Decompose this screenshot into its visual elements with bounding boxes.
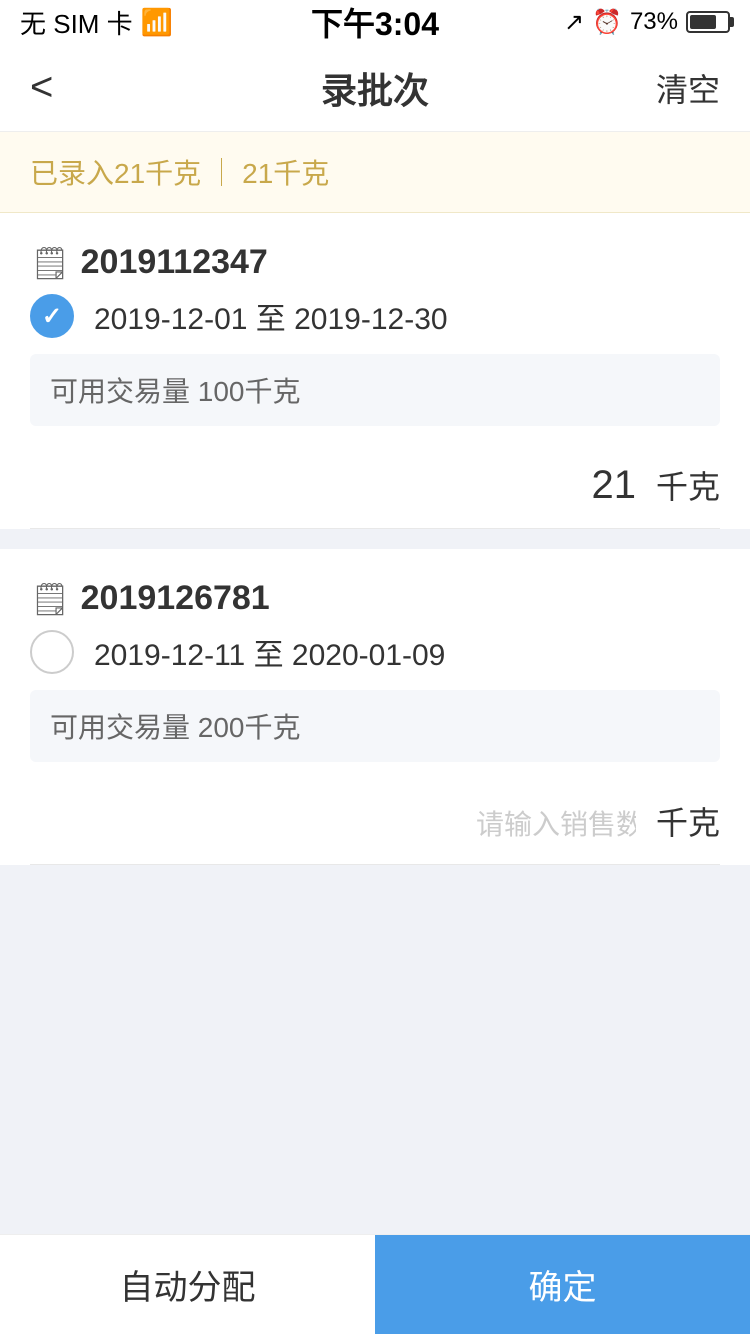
battery-percent: 73% bbox=[630, 8, 678, 36]
input-row-2: 千克 bbox=[30, 782, 720, 865]
batch-doc-icon-2: 🗒 bbox=[30, 580, 71, 618]
batch-date-2: 2019-12-11 至 2020-01-09 bbox=[94, 630, 445, 674]
batch-card-2: 🗒 2019126781 2019-12-11 至 2020-01-09 可用交… bbox=[0, 549, 750, 865]
check-icon-1: ✓ bbox=[42, 302, 62, 331]
radio-2[interactable] bbox=[30, 630, 74, 674]
wifi-icon: 📶 bbox=[141, 7, 173, 38]
batch-id-2: 2019126781 bbox=[81, 579, 270, 618]
qty-input-2[interactable] bbox=[476, 799, 636, 844]
summary-bar: 已录入21千克 21千克 bbox=[0, 132, 750, 213]
batch-row-2[interactable]: 2019-12-11 至 2020-01-09 bbox=[30, 630, 720, 674]
radio-1[interactable]: ✓ bbox=[30, 294, 74, 338]
status-bar: 无 SIM 卡 📶 下午3:04 ↗ ⏰ 73% bbox=[0, 0, 750, 44]
batch-row-1[interactable]: ✓ 2019-12-01 至 2019-12-30 bbox=[30, 294, 720, 338]
nav-bar: < 录批次 清空 bbox=[0, 44, 750, 132]
batch-card-1: 🗒 2019112347 ✓ 2019-12-01 至 2019-12-30 可… bbox=[0, 213, 750, 529]
total-label: 21千克 bbox=[242, 152, 329, 192]
batch-date-1: 2019-12-01 至 2019-12-30 bbox=[94, 294, 448, 338]
back-button[interactable]: < bbox=[30, 65, 90, 110]
batch-doc-icon-1: 🗒 bbox=[30, 244, 71, 282]
battery-indicator bbox=[686, 11, 730, 33]
carrier-text: 无 SIM 卡 bbox=[20, 4, 133, 41]
available-qty-1: 可用交易量 100千克 bbox=[30, 354, 720, 426]
qty-input-1[interactable] bbox=[476, 463, 636, 508]
input-row-1: 千克 bbox=[30, 446, 720, 529]
status-right: ↗ ⏰ 73% bbox=[564, 8, 730, 37]
qty-unit-2: 千克 bbox=[656, 798, 720, 844]
alarm-icon: ⏰ bbox=[592, 8, 622, 37]
auto-distribute-button[interactable]: 自动分配 bbox=[0, 1235, 375, 1334]
card-separator bbox=[0, 529, 750, 549]
qty-unit-1: 千克 bbox=[656, 462, 720, 508]
batch-id-1: 2019112347 bbox=[81, 243, 268, 282]
status-left: 无 SIM 卡 📶 bbox=[20, 4, 173, 41]
status-time: 下午3:04 bbox=[311, 0, 439, 45]
batch-header-1: 🗒 2019112347 bbox=[30, 243, 720, 282]
clear-button[interactable]: 清空 bbox=[656, 65, 720, 111]
available-qty-2: 可用交易量 200千克 bbox=[30, 690, 720, 762]
confirm-button[interactable]: 确定 bbox=[375, 1235, 750, 1334]
summary-divider bbox=[221, 158, 222, 186]
page-title: 录批次 bbox=[321, 62, 429, 114]
location-icon: ↗ bbox=[564, 8, 584, 37]
recorded-label: 已录入21千克 bbox=[30, 152, 201, 192]
bottom-buttons: 自动分配 确定 bbox=[0, 1234, 750, 1334]
batch-header-2: 🗒 2019126781 bbox=[30, 579, 720, 618]
